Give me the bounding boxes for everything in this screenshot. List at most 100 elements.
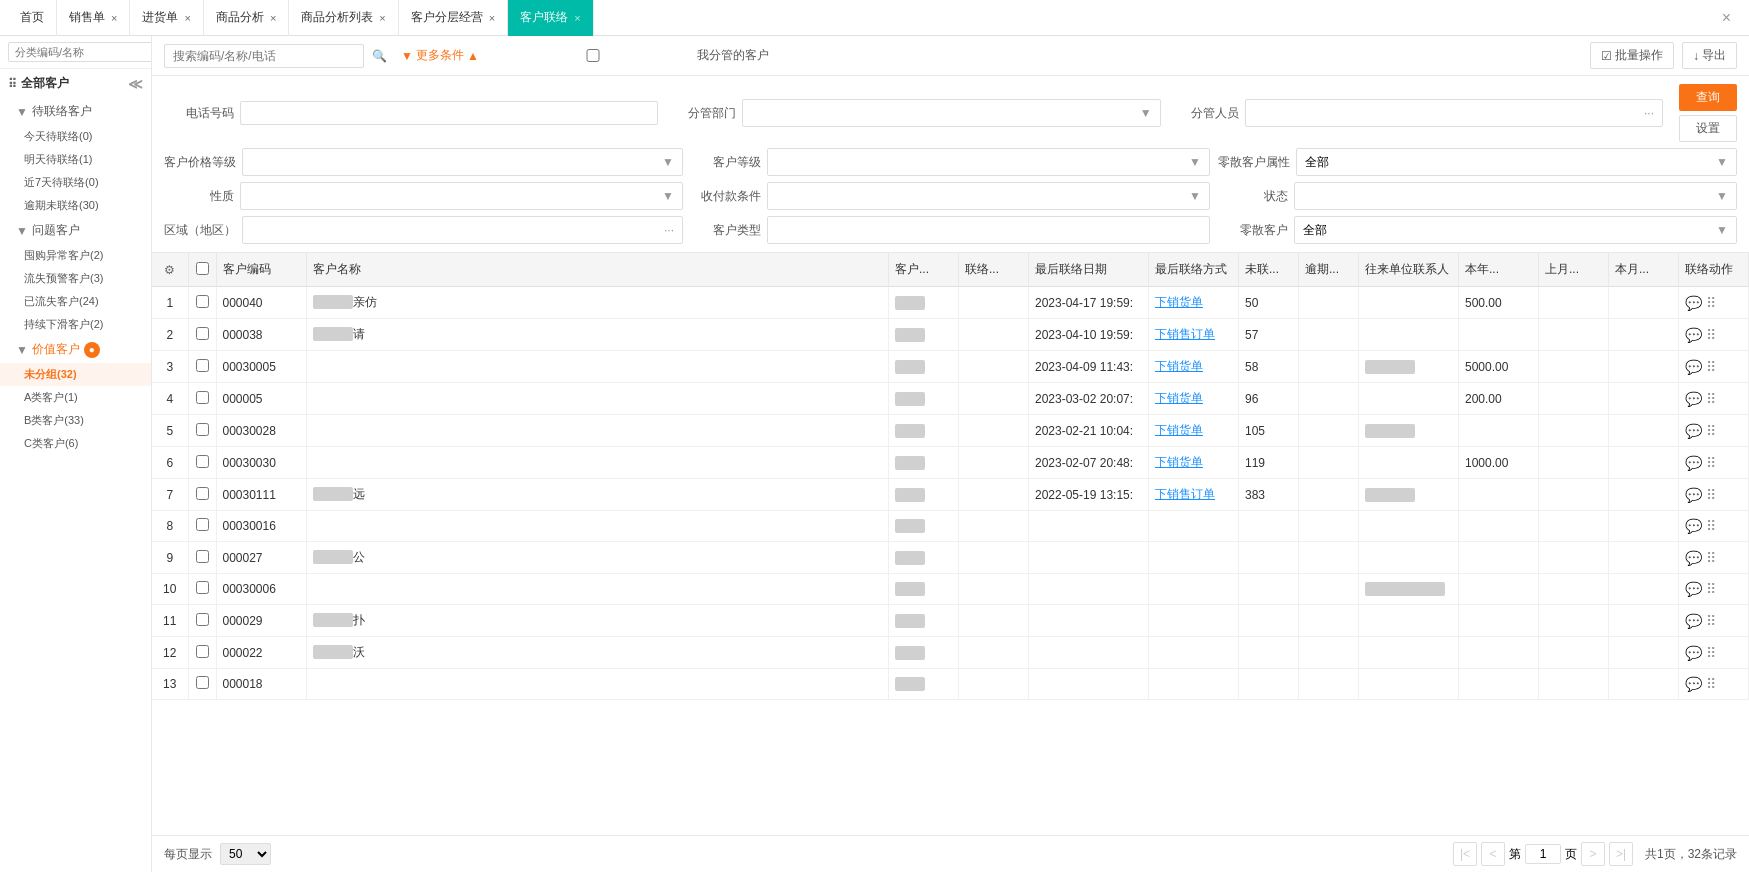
row-checkbox[interactable] [196, 423, 209, 436]
price-level-select[interactable]: ▼ [242, 148, 683, 176]
export-btn[interactable]: ↓ 导出 [1682, 42, 1737, 69]
last-way-link[interactable]: 下销货单 [1155, 423, 1203, 437]
select-all-checkbox[interactable] [196, 262, 209, 275]
retail-attr-select[interactable]: 全部 ▼ [1296, 148, 1737, 176]
message-icon[interactable]: 💬 [1685, 550, 1702, 566]
prev-page-btn[interactable]: < [1481, 842, 1505, 866]
sidebar-item-c-class[interactable]: C类客户(6) [0, 432, 151, 455]
close-sales-tab[interactable]: × [111, 12, 117, 24]
problem-group-header[interactable]: ▼ 问题客户 [0, 217, 151, 244]
col-header-contact[interactable]: 联络... [959, 253, 1029, 287]
tab-analysis[interactable]: 商品分析 × [204, 0, 289, 36]
gender-select[interactable]: ▼ [240, 182, 683, 210]
message-icon[interactable]: 💬 [1685, 613, 1702, 629]
row-checkbox-cell[interactable] [188, 415, 216, 447]
sidebar-item-a-class[interactable]: A类客户(1) [0, 386, 151, 409]
search-icon[interactable]: 🔍 [372, 49, 387, 63]
close-analysis-tab[interactable]: × [270, 12, 276, 24]
value-group-header[interactable]: ▼ 价值客户 ● [0, 336, 151, 363]
close-all-tabs[interactable]: × [1712, 0, 1741, 36]
sidebar-item-today-pending[interactable]: 今天待联络(0) [0, 125, 151, 148]
row-checkbox[interactable] [196, 550, 209, 563]
row-checkbox[interactable] [196, 327, 209, 340]
collapse-sidebar-btn[interactable]: ≪ [128, 76, 143, 92]
customer-type-select[interactable] [767, 216, 1210, 244]
row-checkbox[interactable] [196, 487, 209, 500]
col-header-type[interactable]: 客户... [889, 253, 959, 287]
col-header-code[interactable]: 客户编码 [216, 253, 306, 287]
row-checkbox-cell[interactable] [188, 637, 216, 669]
close-purchase-tab[interactable]: × [184, 12, 190, 24]
col-header-last-date[interactable]: 最后联络日期 [1029, 253, 1149, 287]
sidebar-item-7days-pending[interactable]: 近7天待联络(0) [0, 171, 151, 194]
search-input[interactable] [164, 44, 364, 68]
grid-action-icon[interactable]: ⠿ [1706, 423, 1716, 439]
next-page-btn[interactable]: > [1581, 842, 1605, 866]
tab-analysis-list[interactable]: 商品分析列表 × [289, 0, 398, 36]
message-icon[interactable]: 💬 [1685, 645, 1702, 661]
col-header-check[interactable] [188, 253, 216, 287]
tab-sales[interactable]: 销售单 × [57, 0, 130, 36]
grid-action-icon[interactable]: ⠿ [1706, 613, 1716, 629]
my-customers-checkbox[interactable] [493, 49, 693, 62]
settings-icon[interactable]: ⚙ [164, 263, 175, 277]
payment-select[interactable]: ▼ [767, 182, 1210, 210]
grid-action-icon[interactable]: ⠿ [1706, 295, 1716, 311]
status-select[interactable]: ▼ [1294, 182, 1737, 210]
tab-customer-segment[interactable]: 客户分层经营 × [399, 0, 508, 36]
sidebar-item-lost[interactable]: 已流失客户(24) [0, 290, 151, 313]
close-analysis-list-tab[interactable]: × [379, 12, 385, 24]
row-checkbox[interactable] [196, 359, 209, 372]
tab-purchase[interactable]: 进货单 × [130, 0, 203, 36]
grid-action-icon[interactable]: ⠿ [1706, 487, 1716, 503]
message-icon[interactable]: 💬 [1685, 581, 1702, 597]
row-last-way[interactable]: 下销售订单 [1149, 319, 1239, 351]
tab-customer-contact[interactable]: 客户联络 × [508, 0, 593, 36]
more-filters-btn[interactable]: ▼ 更多条件 ▲ [395, 44, 485, 67]
last-way-link[interactable]: 下销货单 [1155, 359, 1203, 373]
row-last-way[interactable]: 下销货单 [1149, 447, 1239, 479]
row-checkbox-cell[interactable] [188, 511, 216, 542]
row-checkbox-cell[interactable] [188, 574, 216, 605]
col-header-last-month[interactable]: 上月... [1539, 253, 1609, 287]
message-icon[interactable]: 💬 [1685, 391, 1702, 407]
row-checkbox-cell[interactable] [188, 383, 216, 415]
col-header-unit-contact[interactable]: 往来单位联系人 [1359, 253, 1459, 287]
grid-action-icon[interactable]: ⠿ [1706, 455, 1716, 471]
sidebar-search-input[interactable] [8, 42, 152, 62]
last-way-link[interactable]: 下销货单 [1155, 295, 1203, 309]
grid-action-icon[interactable]: ⠿ [1706, 391, 1716, 407]
close-customer-contact-tab[interactable]: × [574, 12, 580, 24]
customer-level-select[interactable]: ▼ [767, 148, 1210, 176]
per-page-select[interactable]: 50 100 200 [220, 843, 271, 865]
grid-action-icon[interactable]: ⠿ [1706, 676, 1716, 692]
query-btn[interactable]: 查询 [1679, 84, 1737, 111]
retail-customer-select[interactable]: 全部 ▼ [1294, 216, 1737, 244]
sidebar-item-overdue-pending[interactable]: 逾期未联络(30) [0, 194, 151, 217]
grid-action-icon[interactable]: ⠿ [1706, 359, 1716, 375]
col-header-overdue[interactable]: 逾期... [1299, 253, 1359, 287]
row-checkbox[interactable] [196, 613, 209, 626]
message-icon[interactable]: 💬 [1685, 487, 1702, 503]
row-checkbox-cell[interactable] [188, 447, 216, 479]
reset-btn[interactable]: 设置 [1679, 115, 1737, 142]
message-icon[interactable]: 💬 [1685, 676, 1702, 692]
last-way-link[interactable]: 下销售订单 [1155, 327, 1215, 341]
message-icon[interactable]: 💬 [1685, 423, 1702, 439]
row-checkbox[interactable] [196, 455, 209, 468]
row-last-way[interactable]: 下销货单 [1149, 383, 1239, 415]
sidebar-item-tomorrow-pending[interactable]: 明天待联络(1) [0, 148, 151, 171]
first-page-btn[interactable]: |< [1453, 842, 1477, 866]
row-checkbox[interactable] [196, 676, 209, 689]
row-last-way[interactable]: 下销货单 [1149, 351, 1239, 383]
row-checkbox[interactable] [196, 518, 209, 531]
last-page-btn[interactable]: >| [1609, 842, 1633, 866]
row-checkbox-cell[interactable] [188, 287, 216, 319]
home-tab[interactable]: 首页 [8, 0, 57, 36]
col-header-settings[interactable]: ⚙ [152, 253, 188, 287]
col-header-last-way[interactable]: 最后联络方式 [1149, 253, 1239, 287]
sidebar-item-abnormal[interactable]: 囤购异常客户(2) [0, 244, 151, 267]
last-way-link[interactable]: 下销售订单 [1155, 487, 1215, 501]
close-customer-segment-tab[interactable]: × [489, 12, 495, 24]
col-header-this-month[interactable]: 本月... [1609, 253, 1679, 287]
